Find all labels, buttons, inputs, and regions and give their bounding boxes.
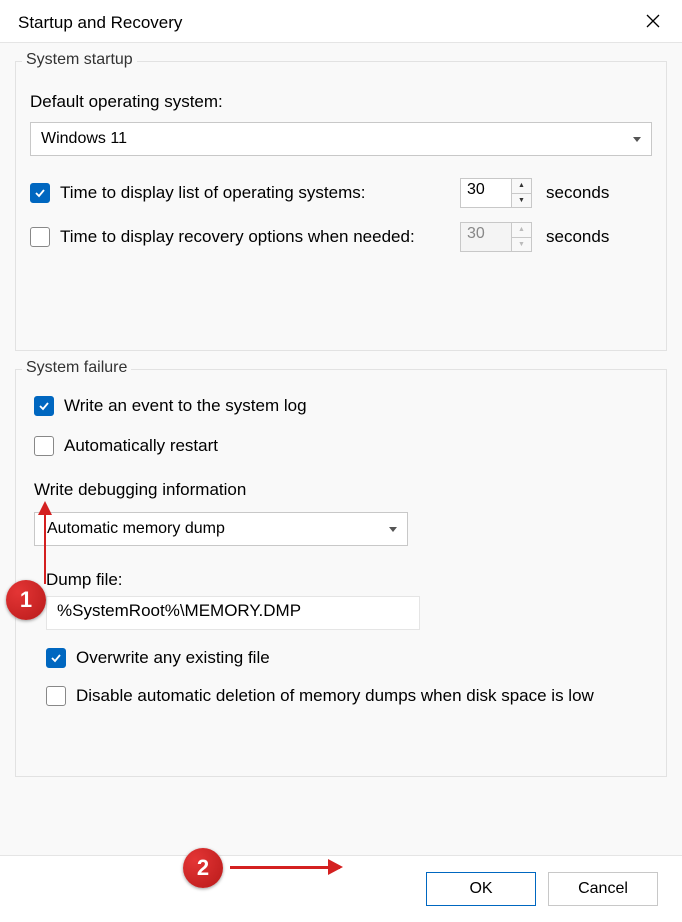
default-os-label: Default operating system:	[30, 92, 652, 112]
display-list-value[interactable]: 30	[460, 178, 512, 208]
dump-type-combo[interactable]: Automatic memory dump	[34, 512, 408, 546]
group-title-startup: System startup	[22, 51, 137, 69]
display-list-spinner[interactable]: ▲▼	[512, 178, 532, 208]
group-title-failure: System failure	[22, 359, 131, 377]
default-os-combo[interactable]: Windows 11	[30, 122, 652, 156]
seconds-label-2: seconds	[546, 227, 609, 247]
disable-delete-label: Disable automatic deletion of memory dum…	[76, 686, 594, 706]
cancel-button[interactable]: Cancel	[548, 872, 658, 906]
annotation-marker-1: 1	[6, 580, 46, 620]
window-title: Startup and Recovery	[18, 13, 182, 33]
dump-file-label: Dump file:	[46, 570, 652, 590]
spinner-down-icon: ▼	[512, 238, 531, 252]
display-recovery-value: 30	[460, 222, 512, 252]
close-icon[interactable]	[642, 12, 664, 34]
dump-type-value: Automatic memory dump	[47, 520, 225, 538]
content-area: System startup Default operating system:…	[0, 42, 682, 864]
checkbox-disable-delete[interactable]	[46, 686, 66, 706]
ok-button[interactable]: OK	[426, 872, 536, 906]
auto-restart-label: Automatically restart	[64, 436, 218, 456]
seconds-label-1: seconds	[546, 183, 609, 203]
checkbox-auto-restart[interactable]	[34, 436, 54, 456]
annotation-arrow-2	[230, 866, 340, 869]
checkbox-overwrite[interactable]	[46, 648, 66, 668]
checkbox-event-log[interactable]	[34, 396, 54, 416]
chevron-down-icon	[389, 527, 397, 532]
display-recovery-label: Time to display recovery options when ne…	[60, 227, 415, 247]
spinner-up-icon: ▲	[512, 179, 531, 194]
checkbox-display-list[interactable]	[30, 183, 50, 203]
checkbox-display-recovery[interactable]	[30, 227, 50, 247]
titlebar: Startup and Recovery	[0, 0, 682, 42]
annotation-marker-2: 2	[183, 848, 223, 888]
annotation-arrow-1	[44, 504, 46, 584]
group-system-failure: System failure Write an event to the sys…	[15, 369, 667, 777]
spinner-up-icon: ▲	[512, 223, 531, 238]
spinner-down-icon: ▼	[512, 194, 531, 208]
group-system-startup: System startup Default operating system:…	[15, 61, 667, 351]
default-os-value: Windows 11	[41, 130, 127, 148]
chevron-down-icon	[633, 137, 641, 142]
overwrite-label: Overwrite any existing file	[76, 648, 270, 668]
event-log-label: Write an event to the system log	[64, 396, 307, 416]
display-recovery-spinner: ▲▼	[512, 222, 532, 252]
debug-info-label: Write debugging information	[34, 480, 652, 500]
dump-file-input[interactable]: %SystemRoot%\MEMORY.DMP	[46, 596, 420, 630]
display-list-label: Time to display list of operating system…	[60, 183, 366, 203]
